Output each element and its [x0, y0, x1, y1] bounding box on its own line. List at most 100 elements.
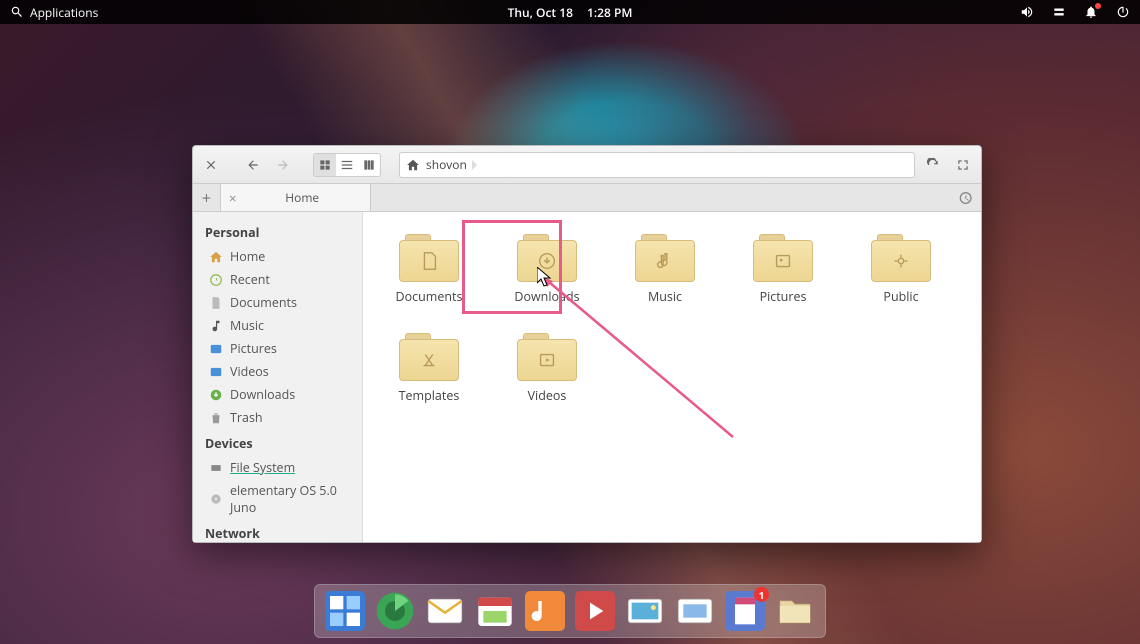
grid-icon [318, 158, 332, 172]
folder-label: Pictures [760, 288, 807, 305]
window-toolbar: shovon [193, 146, 981, 184]
home-icon [406, 158, 420, 172]
clock-icon [209, 273, 223, 287]
sidebar-item-music[interactable]: Music [193, 314, 362, 337]
dock-files[interactable] [773, 589, 817, 633]
places-sidebar: Personal Home Recent Documents Music Pic… [193, 212, 363, 542]
sidebar-section-network: Network [193, 519, 362, 542]
list-icon [340, 158, 354, 172]
power-icon [1116, 5, 1130, 19]
folder-public[interactable]: Public [845, 230, 957, 309]
nav-back-button[interactable] [241, 153, 265, 177]
dock-calendar[interactable] [473, 589, 517, 633]
maximize-icon [956, 158, 970, 172]
panel-date[interactable]: Thu, Oct 18 [508, 4, 573, 21]
dock-screenshot[interactable] [673, 589, 717, 633]
close-icon [204, 158, 218, 172]
picture-icon [209, 342, 223, 356]
applications-menu[interactable]: Applications [10, 4, 98, 21]
view-list-button[interactable] [336, 154, 358, 176]
dock: 1 [314, 584, 826, 638]
sidebar-item-disc[interactable]: elementary OS 5.0 Juno [193, 479, 362, 519]
folder-label: Documents [396, 288, 463, 305]
folder-icon [753, 234, 813, 282]
folder-label: Videos [528, 387, 567, 404]
dock-appcenter[interactable]: 1 [723, 589, 767, 633]
reload-icon [926, 158, 940, 172]
sidebar-item-filesystem[interactable]: File System [193, 456, 362, 479]
folder-label: Music [648, 288, 682, 305]
trash-icon [209, 411, 223, 425]
tab-home[interactable]: × Home [221, 184, 371, 211]
video-icon [209, 365, 223, 379]
drive-icon [209, 461, 223, 475]
home-icon [209, 250, 223, 264]
folder-icon [871, 234, 931, 282]
folder-videos[interactable]: Videos [491, 329, 603, 408]
folder-label: Public [883, 288, 918, 305]
network-icon [1052, 5, 1066, 19]
folder-label: Downloads [514, 288, 579, 305]
sidebar-item-home[interactable]: Home [193, 245, 362, 268]
dock-videos[interactable] [573, 589, 617, 633]
folder-icon [635, 234, 695, 282]
tab-close-button[interactable]: × [229, 189, 236, 207]
document-icon [209, 296, 223, 310]
sidebar-item-recent[interactable]: Recent [193, 268, 362, 291]
folder-documents[interactable]: Documents [373, 230, 485, 309]
new-tab-button[interactable]: + [193, 184, 221, 211]
volume-icon [1020, 5, 1034, 19]
sidebar-item-downloads[interactable]: Downloads [193, 383, 362, 406]
sidebar-item-trash[interactable]: Trash [193, 406, 362, 429]
dock-multitasking[interactable] [323, 589, 367, 633]
sidebar-item-videos[interactable]: Videos [193, 360, 362, 383]
disc-icon [209, 492, 223, 506]
network-indicator[interactable] [1052, 5, 1066, 19]
folder-icon [399, 234, 459, 282]
dock-badge: 1 [754, 587, 769, 602]
search-icon [10, 5, 24, 19]
dock-photos[interactable] [623, 589, 667, 633]
folder-label: Templates [399, 387, 460, 404]
maximize-button[interactable] [951, 153, 975, 177]
sidebar-section-devices: Devices [193, 429, 362, 456]
close-button[interactable] [199, 153, 223, 177]
sidebar-item-documents[interactable]: Documents [193, 291, 362, 314]
dock-music[interactable] [523, 589, 567, 633]
bell-icon [1084, 5, 1098, 19]
music-icon [209, 319, 223, 333]
arrow-right-icon [276, 158, 290, 172]
top-panel: Applications Thu, Oct 18 1:28 PM [0, 0, 1140, 24]
view-grid-button[interactable] [314, 154, 336, 176]
tab-strip: + × Home [193, 184, 981, 212]
folder-music[interactable]: Music [609, 230, 721, 309]
folder-icon [399, 333, 459, 381]
notifications-indicator[interactable] [1084, 5, 1098, 19]
path-bar[interactable]: shovon [399, 152, 915, 178]
history-icon [957, 190, 973, 206]
folder-icon [517, 333, 577, 381]
dock-browser[interactable] [373, 589, 417, 633]
folder-templates[interactable]: Templates [373, 329, 485, 408]
tab-label: Home [242, 189, 362, 206]
cursor-icon [537, 267, 553, 287]
breadcrumb[interactable]: shovon [424, 156, 473, 173]
files-window: shovon + × Home Personal Home Recent Doc… [192, 145, 982, 543]
download-icon [209, 388, 223, 402]
sidebar-section-personal: Personal [193, 218, 362, 245]
view-columns-button[interactable] [358, 154, 380, 176]
panel-time[interactable]: 1:28 PM [587, 4, 632, 21]
folder-pictures[interactable]: Pictures [727, 230, 839, 309]
sidebar-item-pictures[interactable]: Pictures [193, 337, 362, 360]
power-indicator[interactable] [1116, 5, 1130, 19]
arrow-left-icon [246, 158, 260, 172]
sound-indicator[interactable] [1020, 5, 1034, 19]
tab-history-button[interactable] [957, 189, 975, 207]
dock-mail[interactable] [423, 589, 467, 633]
reload-button[interactable] [921, 153, 945, 177]
columns-icon [362, 158, 376, 172]
nav-forward-button[interactable] [271, 153, 295, 177]
view-mode-group [313, 153, 381, 177]
folder-view[interactable]: Documents Downloads Music Pictures Public Tem… [363, 212, 981, 542]
applications-label: Applications [30, 4, 98, 21]
